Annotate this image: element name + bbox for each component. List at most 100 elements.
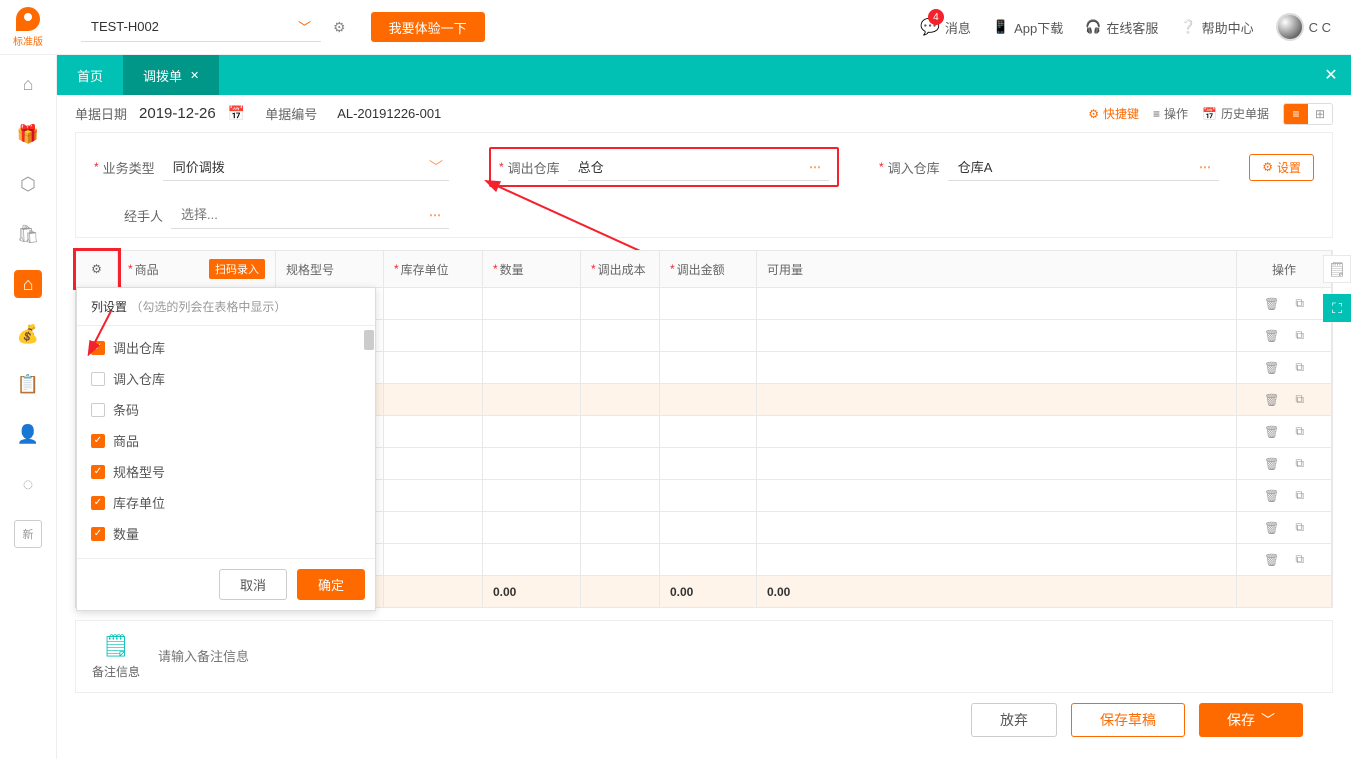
copy-icon[interactable]: ⧉	[1295, 456, 1304, 471]
sidebar-money-icon[interactable]: 💰	[14, 320, 42, 348]
sidebar-home-icon[interactable]: ⌂	[14, 70, 42, 98]
popup-list: ✓调出仓库 调入仓库 条码 ✓商品 ✓规格型号 ✓库存单位 ✓数量 单位2	[77, 326, 375, 558]
logo[interactable]: 标准版	[0, 7, 56, 48]
copy-icon[interactable]: ⧉	[1295, 296, 1304, 311]
col-option[interactable]: 条码	[77, 394, 375, 425]
col-amount: *调出金额	[660, 251, 757, 287]
sidebar-contact-icon[interactable]: 👤	[14, 420, 42, 448]
col-avail: 可用量	[757, 251, 1237, 287]
copy-icon[interactable]: ⧉	[1295, 328, 1304, 343]
sidebar-clipboard-icon[interactable]: 📋	[14, 370, 42, 398]
col-option[interactable]: 调入仓库	[77, 363, 375, 394]
popup-hint: （勾选的列会在表格中显示）	[130, 300, 286, 314]
col-option[interactable]: 单位2	[77, 549, 375, 558]
col-unit: *库存单位	[384, 251, 483, 287]
col-option[interactable]: ✓商品	[77, 425, 375, 456]
user-menu[interactable]: C C	[1276, 13, 1331, 41]
org-selector[interactable]: TEST-H002 ﹀	[81, 12, 321, 42]
col-qty: *数量	[483, 251, 581, 287]
popup-title: 列设置	[91, 300, 127, 314]
data-table: ⚙ *商品扫码录入 规格型号 *库存单位 *数量 *调出成本 *调出金额 可用量…	[75, 250, 1333, 608]
biz-type-field: * 业务类型 ﹀	[94, 153, 449, 181]
delete-icon[interactable]: 🗑	[1264, 361, 1279, 375]
delete-icon[interactable]: 🗑	[1264, 489, 1279, 503]
sidebar-bag-icon[interactable]: 🛍	[14, 220, 42, 248]
doc-date-value[interactable]: 2019-12-26	[139, 105, 216, 122]
col-option[interactable]: ✓规格型号	[77, 456, 375, 487]
more-icon[interactable]: ⋯	[809, 160, 823, 174]
gear-icon: ⚙	[1088, 107, 1099, 121]
col-product: *商品扫码录入	[118, 251, 276, 287]
tab-home[interactable]: 首页	[57, 55, 123, 95]
out-warehouse-input[interactable]	[568, 153, 829, 181]
copy-icon[interactable]: ⧉	[1295, 392, 1304, 407]
more-icon[interactable]: ⋯	[429, 208, 443, 222]
copy-icon[interactable]: ⧉	[1295, 424, 1304, 439]
sidebar-sync-icon[interactable]: ◌	[14, 470, 42, 498]
in-warehouse-field: * 调入仓库 ⋯	[879, 153, 1219, 181]
headset-icon: 🎧	[1085, 19, 1101, 35]
checkbox-icon	[91, 558, 105, 559]
copy-icon[interactable]: ⧉	[1295, 488, 1304, 503]
messages-link[interactable]: 💬 4 消息	[920, 17, 971, 37]
operate-link[interactable]: ≡操作	[1153, 105, 1188, 122]
delete-icon[interactable]: 🗑	[1264, 457, 1279, 471]
doc-no-value: AL-20191226-001	[337, 106, 441, 121]
sidebar-new-icon[interactable]: 新	[14, 520, 42, 548]
biz-type-input[interactable]	[163, 153, 449, 181]
delete-icon[interactable]: 🗑	[1264, 553, 1279, 567]
settings-button[interactable]: ⚙ 设置	[1249, 154, 1314, 181]
delete-icon[interactable]: 🗑	[1264, 425, 1279, 439]
sidebar-sale-icon[interactable]: ⬡	[14, 170, 42, 198]
logo-icon	[16, 7, 40, 31]
copy-icon[interactable]: ⧉	[1295, 552, 1304, 567]
delete-icon[interactable]: 🗑	[1264, 329, 1279, 343]
grid-view-icon[interactable]: ⊞	[1308, 104, 1332, 124]
doc-date-label: 单据日期	[75, 104, 127, 123]
copy-icon[interactable]: ⧉	[1295, 520, 1304, 535]
save-button[interactable]: 保存﹀	[1199, 703, 1303, 737]
scan-button[interactable]: 扫码录入	[209, 259, 265, 279]
side-note-button[interactable]: 🗒	[1323, 255, 1351, 283]
org-settings-icon[interactable]: ⚙	[333, 19, 346, 36]
tab-transfer[interactable]: 调拨单 ✕	[123, 55, 219, 95]
close-icon[interactable]: ✕	[190, 69, 199, 82]
delete-icon[interactable]: 🗑	[1264, 521, 1279, 535]
close-all-tabs[interactable]: ✕	[1311, 55, 1351, 95]
sidebar-gift-icon[interactable]: 🎁	[14, 120, 42, 148]
column-settings-popup: 列设置 （勾选的列会在表格中显示） ✓调出仓库 调入仓库 条码 ✓商品 ✓规格型…	[76, 287, 376, 611]
delete-icon[interactable]: 🗑	[1264, 297, 1279, 311]
in-warehouse-input[interactable]	[948, 153, 1219, 181]
history-link[interactable]: 📅历史单据	[1202, 105, 1269, 122]
app-download-link[interactable]: 📱 App下载	[993, 18, 1063, 37]
checkbox-icon: ✓	[91, 496, 105, 510]
copy-icon[interactable]: ⧉	[1295, 360, 1304, 375]
out-warehouse-field: * 调出仓库 ⋯	[499, 153, 829, 181]
col-option[interactable]: ✓调出仓库	[77, 332, 375, 363]
cancel-button[interactable]: 取消	[219, 569, 287, 600]
remarks-section: 🗒 备注信息	[75, 620, 1333, 693]
checkbox-icon: ✓	[91, 465, 105, 479]
list-view-icon[interactable]: ≡	[1284, 104, 1308, 124]
col-option[interactable]: ✓库存单位	[77, 487, 375, 518]
column-settings-button[interactable]: ⚙	[76, 251, 118, 287]
trial-button[interactable]: 我要体验一下	[371, 12, 485, 42]
discard-button[interactable]: 放弃	[971, 703, 1057, 737]
calendar-icon[interactable]: 📅	[228, 105, 245, 122]
delete-icon[interactable]: 🗑	[1264, 393, 1279, 407]
chevron-down-icon[interactable]: ﹀	[429, 157, 443, 177]
confirm-button[interactable]: 确定	[297, 569, 365, 600]
save-draft-button[interactable]: 保存草稿	[1071, 703, 1185, 737]
col-option[interactable]: ✓数量	[77, 518, 375, 549]
action-footer: 放弃 保存草稿 保存﹀	[75, 693, 1333, 747]
sidebar-warehouse-icon[interactable]: ⌂	[14, 270, 42, 298]
help-link[interactable]: ❔ 帮助中心	[1180, 18, 1253, 37]
main-area: 首页 调拨单 ✕ ✕ 单据日期 2019-12-26 📅 单据编号 AL-201…	[57, 55, 1351, 759]
handler-input[interactable]	[171, 201, 449, 229]
more-icon[interactable]: ⋯	[1199, 160, 1213, 174]
expand-button[interactable]: ⛶	[1323, 294, 1351, 322]
support-link[interactable]: 🎧 在线客服	[1085, 18, 1158, 37]
shortcut-link[interactable]: ⚙快捷键	[1088, 105, 1139, 122]
remarks-input[interactable]	[158, 649, 1316, 664]
scrollbar[interactable]	[364, 330, 374, 350]
